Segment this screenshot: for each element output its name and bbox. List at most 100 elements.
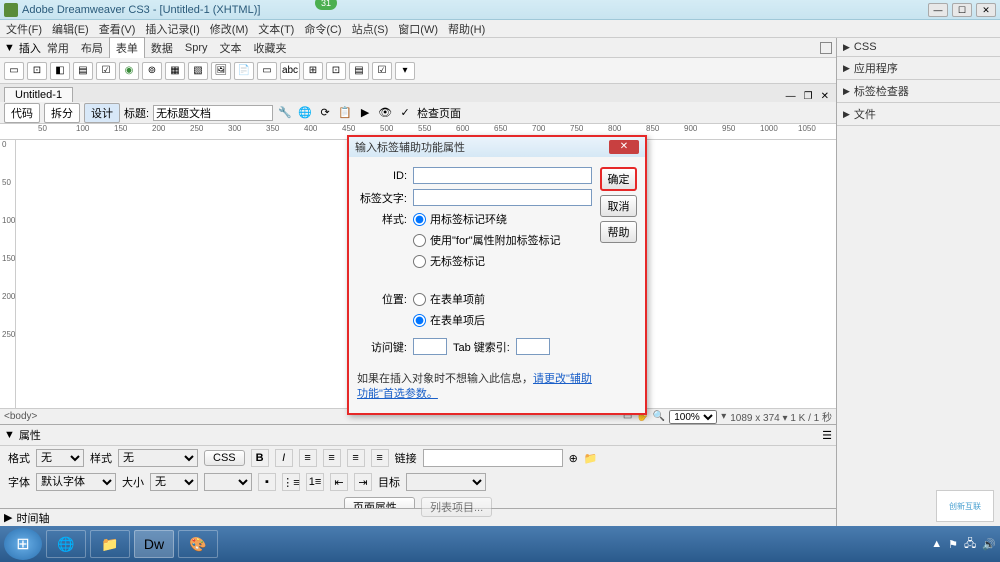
spry-select-icon[interactable]: ▾	[395, 62, 415, 80]
list-menu-icon[interactable]: ▦	[165, 62, 185, 80]
bold-button[interactable]: B	[251, 449, 269, 467]
preview-icon[interactable]: ▶	[357, 105, 373, 121]
spry-textarea-icon[interactable]: ▤	[349, 62, 369, 80]
start-button[interactable]: ⊞	[4, 528, 42, 560]
maximize-button[interactable]: ☐	[952, 3, 972, 17]
timeline-expand-icon[interactable]: ▶	[4, 511, 12, 524]
checkbox-icon[interactable]: ☑	[96, 62, 116, 80]
help-button[interactable]: 帮助	[600, 221, 637, 243]
textarea-icon[interactable]: ▤	[73, 62, 93, 80]
outdent-icon[interactable]: ⇤	[330, 473, 348, 491]
properties-menu-icon[interactable]: ☰	[822, 429, 832, 442]
align-center-icon[interactable]: ≡	[323, 449, 341, 467]
panel-files[interactable]: ▶文件	[837, 103, 1000, 126]
menu-site[interactable]: 站点(S)	[352, 21, 389, 37]
position-radio-after[interactable]	[413, 314, 426, 327]
font-select[interactable]: 默认字体	[36, 473, 116, 491]
link-point-icon[interactable]: ⊕	[569, 452, 578, 465]
view-design-button[interactable]: 设计	[84, 103, 120, 123]
format-select[interactable]: 无	[36, 449, 84, 467]
position-radio-before[interactable]	[413, 293, 426, 306]
form-icon[interactable]: ▭	[4, 62, 24, 80]
textfield-icon[interactable]: ⊡	[27, 62, 47, 80]
ul-icon[interactable]: ⋮≡	[282, 473, 300, 491]
hidden-field-icon[interactable]: ◧	[50, 62, 70, 80]
access-key-input[interactable]	[413, 338, 447, 355]
menu-text[interactable]: 文本(T)	[258, 21, 294, 37]
task-ie-icon[interactable]: 🌐	[46, 530, 86, 558]
task-paint-icon[interactable]: 🎨	[178, 530, 218, 558]
style-radio-none[interactable]	[413, 255, 426, 268]
tag-selector[interactable]: <body>	[4, 411, 37, 422]
tray-arrow-icon[interactable]: ▲	[931, 538, 942, 550]
indent-icon[interactable]: ⇥	[354, 473, 372, 491]
check-page-label[interactable]: 检查页面	[417, 105, 461, 121]
insert-tab-favorites[interactable]: 收藏夹	[248, 38, 293, 58]
style-select[interactable]: 无	[118, 449, 198, 467]
menu-insert[interactable]: 插入记录(I)	[145, 21, 199, 37]
fieldset-icon[interactable]: ⊞	[303, 62, 323, 80]
jump-menu-icon[interactable]: ▧	[188, 62, 208, 80]
spry-checkbox-icon[interactable]: ☑	[372, 62, 392, 80]
tray-network-icon[interactable]: 🖧	[964, 535, 976, 554]
button-icon[interactable]: ▭	[257, 62, 277, 80]
style-radio-wrap[interactable]	[413, 213, 426, 226]
doc-close-icon[interactable]: ✕	[818, 91, 832, 102]
size-unit-select[interactable]	[204, 473, 252, 491]
id-input[interactable]	[413, 167, 592, 184]
tray-flag-icon[interactable]: ⚑	[948, 538, 958, 551]
menu-commands[interactable]: 命令(C)	[304, 21, 341, 37]
insert-tab-forms[interactable]: 表单	[109, 37, 145, 58]
panel-css[interactable]: ▶CSS	[837, 38, 1000, 57]
file-management-icon[interactable]: 📋	[337, 105, 353, 121]
validate-icon[interactable]: 🔧	[277, 105, 293, 121]
align-left-icon[interactable]: ≡	[299, 449, 317, 467]
dialog-close-button[interactable]: ✕	[609, 140, 639, 154]
minimize-button[interactable]: —	[928, 3, 948, 17]
cancel-button[interactable]: 取消	[600, 195, 637, 217]
file-field-icon[interactable]: 📄	[234, 62, 254, 80]
target-select[interactable]	[406, 473, 486, 491]
close-button[interactable]: ✕	[976, 3, 996, 17]
color-swatch[interactable]: ▪	[258, 473, 276, 491]
view-split-button[interactable]: 拆分	[44, 103, 80, 123]
menu-help[interactable]: 帮助(H)	[448, 21, 485, 37]
menu-edit[interactable]: 编辑(E)	[52, 21, 89, 37]
view-code-button[interactable]: 代码	[4, 103, 40, 123]
visual-aids-icon[interactable]: 👁	[377, 105, 393, 121]
image-field-icon[interactable]: 🖼	[211, 62, 231, 80]
menu-window[interactable]: 窗口(W)	[398, 21, 438, 37]
notification-bubble[interactable]: 31	[315, 0, 337, 10]
insert-tab-common[interactable]: 常用	[41, 38, 75, 58]
insert-bar-arrow-icon[interactable]: ▼	[4, 42, 15, 54]
insert-tab-spry[interactable]: Spry	[179, 40, 214, 56]
align-justify-icon[interactable]: ≡	[371, 449, 389, 467]
menu-view[interactable]: 查看(V)	[99, 21, 136, 37]
radio-group-icon[interactable]: ⊚	[142, 62, 162, 80]
link-browse-icon[interactable]: 📁	[584, 452, 598, 465]
radio-icon[interactable]: ◉	[119, 62, 139, 80]
refresh-icon[interactable]: ⟳	[317, 105, 333, 121]
insert-tab-layout[interactable]: 布局	[75, 38, 109, 58]
tab-index-input[interactable]	[516, 338, 550, 355]
align-right-icon[interactable]: ≡	[347, 449, 365, 467]
insert-tab-data[interactable]: 数据	[145, 38, 179, 58]
doc-minimize-icon[interactable]: —	[783, 91, 799, 102]
ol-icon[interactable]: 1≡	[306, 473, 324, 491]
size-select[interactable]: 无	[150, 473, 198, 491]
task-dreamweaver-icon[interactable]: Dw	[134, 530, 174, 558]
italic-button[interactable]: I	[275, 449, 293, 467]
panel-application[interactable]: ▶应用程序	[837, 57, 1000, 80]
document-tab[interactable]: Untitled-1	[4, 87, 73, 102]
dimensions-readout[interactable]: 1089 x 374 ▾ 1 K / 1 秒	[730, 409, 832, 424]
system-tray[interactable]: ▲ ⚑ 🖧 🔊	[931, 535, 996, 554]
css-button[interactable]: CSS	[204, 450, 245, 466]
globe-icon[interactable]: 🌐	[297, 105, 313, 121]
insert-bar-menu-icon[interactable]	[820, 42, 832, 54]
ok-button[interactable]: 确定	[600, 167, 637, 191]
task-explorer-icon[interactable]: 📁	[90, 530, 130, 558]
properties-collapse-icon[interactable]: ▼	[4, 429, 15, 441]
menu-file[interactable]: 文件(F)	[6, 21, 42, 37]
panel-tag-inspector[interactable]: ▶标签检查器	[837, 80, 1000, 103]
check-page-icon[interactable]: ✓	[397, 105, 413, 121]
